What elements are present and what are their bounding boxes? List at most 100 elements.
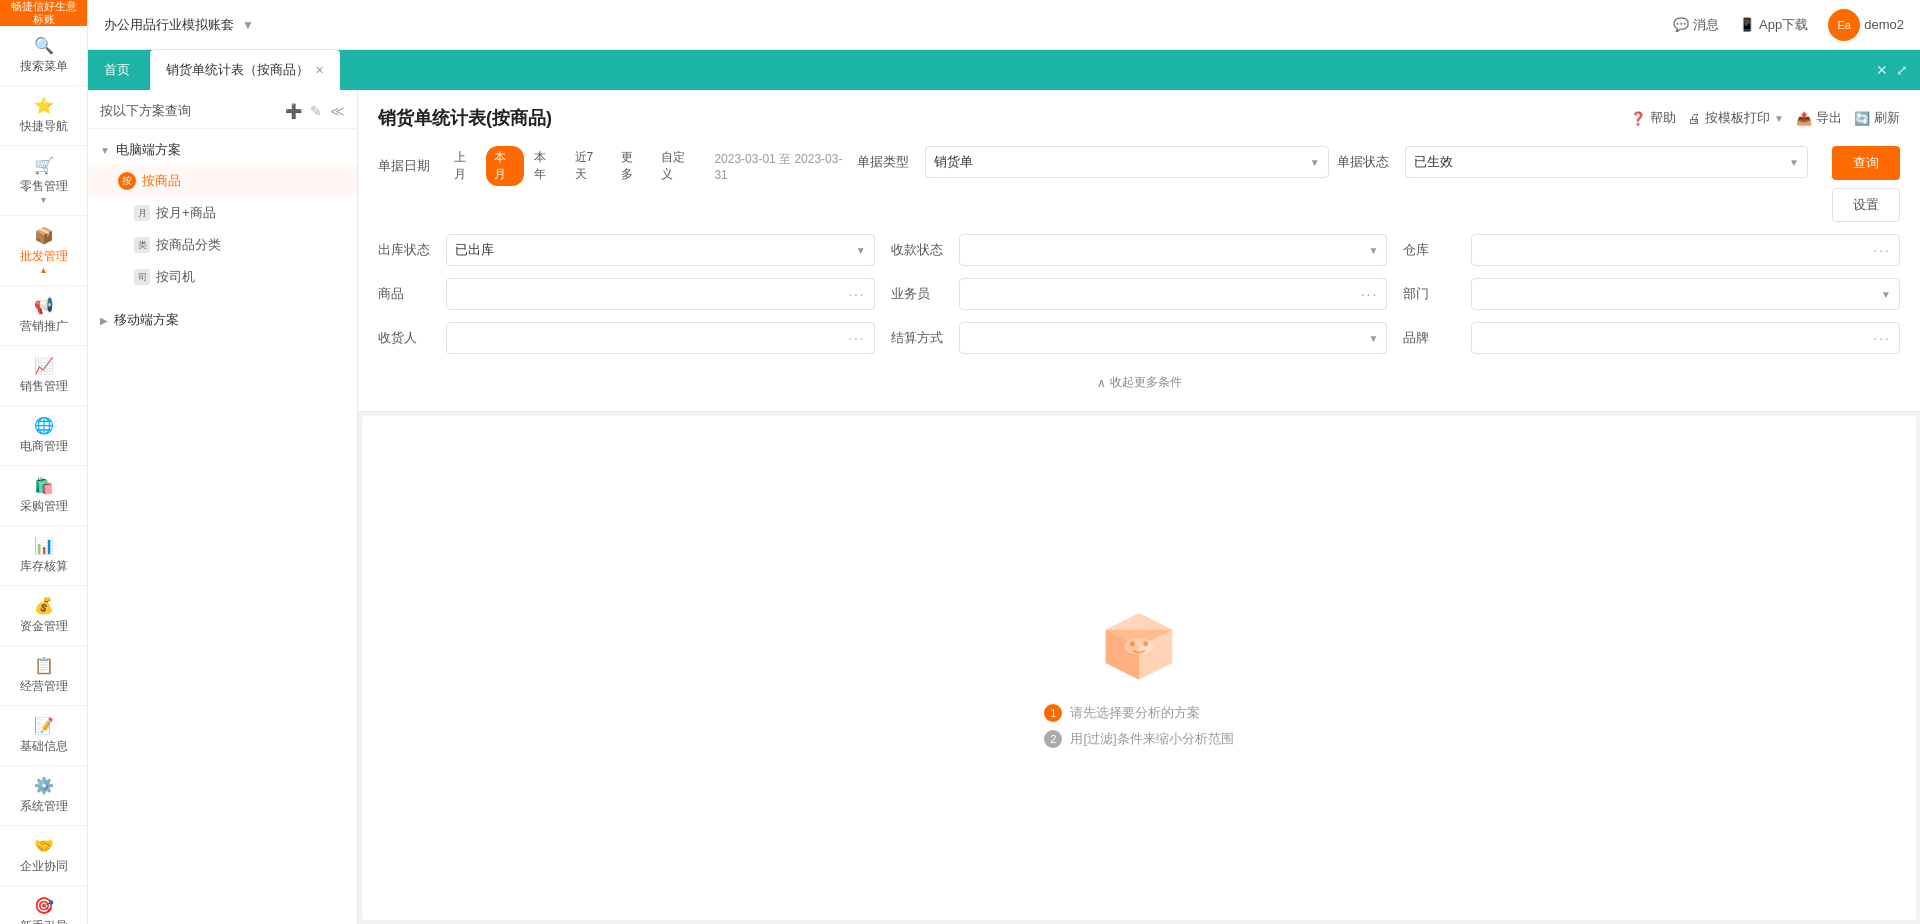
payment-status-label: 收款状态 [891,241,951,259]
avatar-initials: Ea [1838,19,1851,31]
sidebar-item-label: 经营管理 [20,678,68,695]
sidebar-item-basic-info[interactable]: 📝 基础信息 [0,706,87,766]
date-tab-custom[interactable]: 自定义 [653,146,702,186]
sidebar-item-purchase-mgmt[interactable]: 🛍️ 采购管理 [0,466,87,526]
edit-scheme-icon[interactable]: ✎ [310,103,322,119]
home-tab-label: 首页 [104,61,130,79]
salesperson-control[interactable]: ··· [959,278,1388,310]
collapse-up-icon: ∧ [1097,376,1106,390]
scheme-item-by-month-product[interactable]: 月 按月+商品 [88,197,357,229]
logo-subtext: 标账 [33,13,55,26]
print-icon: 🖨 [1688,111,1701,126]
date-tab-last-month[interactable]: 上月 [446,146,484,186]
retail-icon: 🛒 [34,156,54,175]
sidebar-item-wholesale-mgmt[interactable]: 📦 批发管理 ▲ [0,216,87,286]
window-maximize-icon[interactable]: ⤢ [1896,62,1908,78]
export-label: 导出 [1816,109,1842,127]
help-icon: ❓ [1630,111,1646,126]
app-download-btn[interactable]: 📱 App下载 [1739,16,1808,34]
date-tab-this-month[interactable]: 本月 [486,146,524,186]
logo-text: 畅捷信好生意 [11,0,77,13]
collapse-panel-icon[interactable]: ≪ [330,103,345,119]
receiver-control[interactable]: ··· [446,322,875,354]
scheme-item-by-clerk[interactable]: 司 按司机 [88,261,357,293]
sidebar-item-label: 批发管理 [20,248,68,265]
purchase-icon: 🛍️ [34,476,54,495]
sidebar-item-label: 新手引导 [20,918,68,924]
collapse-row: ∧ 收起更多条件 [378,366,1900,395]
sidebar-item-ecommerce-mgmt[interactable]: 🌐 电商管理 [0,406,87,466]
salesperson-label: 业务员 [891,285,951,303]
finance-icon: 💰 [34,596,54,615]
sidebar-item-label: 快捷导航 [20,118,68,135]
sidebar-item-quick-nav[interactable]: ⭐ 快捷导航 [0,86,87,146]
payment-method-control[interactable]: ▼ [959,322,1388,354]
doc-status-control[interactable]: 已生效 ▼ [1405,146,1808,178]
sidebar-item-operations-mgmt[interactable]: 📋 经营管理 [0,646,87,706]
sidebar-item-beginner-guide[interactable]: 🎯 新手引导 [0,886,87,924]
payment-method-arrow-icon: ▼ [1368,333,1378,344]
scheme-group-desktop-label: 电脑端方案 [116,141,181,159]
message-btn[interactable]: 💬 消息 [1673,16,1719,34]
help-label: 帮助 [1650,109,1676,127]
empty-tip-2: 2 用[过滤]条件来缩小分析范围 [1044,730,1233,748]
date-tab-7days[interactable]: 近7天 [567,146,611,186]
doc-type-control[interactable]: 销货单 ▼ [925,146,1328,178]
tab-sales-stat[interactable]: 销货单统计表（按商品） ✕ [150,50,340,90]
scheme-item-label: 按商品分类 [156,236,221,254]
sidebar-item-finance-mgmt[interactable]: 💰 资金管理 [0,586,87,646]
scheme-sub-icon-clerk: 司 [134,269,150,285]
logo: 畅捷信好生意 标账 [0,0,87,26]
brand-control[interactable]: ··· [1471,322,1900,354]
payment-status-control[interactable]: ▼ [959,234,1388,266]
user-avatar-btn[interactable]: Ea demo2 [1828,9,1904,41]
query-button[interactable]: 查询 [1832,146,1900,180]
sidebar-item-retail-mgmt[interactable]: 🛒 零售管理 ▼ [0,146,87,216]
data-area: 1 请先选择要分析的方案 2 用[过滤]条件来缩小分析范围 [362,416,1916,920]
export-btn[interactable]: 📤 导出 [1796,109,1842,127]
template-print-btn[interactable]: 🖨 按模板打印 ▼ [1688,109,1784,127]
set-button[interactable]: 设置 [1832,188,1900,222]
warehouse-control[interactable]: ··· [1471,234,1900,266]
sidebar-item-label: 搜索菜单 [20,58,68,75]
sidebar-item-search-menu[interactable]: 🔍 搜索菜单 [0,26,87,86]
refresh-btn[interactable]: 🔄 刷新 [1854,109,1900,127]
right-panel: 销货单统计表(按商品) ❓ 帮助 🖨 按模板打印 ▼ 📤 [358,90,1920,924]
header-right: 💬 消息 📱 App下载 Ea demo2 [1673,9,1904,41]
top-header: 办公用品行业模拟账套 ▼ 💬 消息 📱 App下载 Ea demo2 [88,0,1920,50]
scheme-item-by-product-category[interactable]: 类 按商品分类 [88,229,357,261]
tab-home[interactable]: 首页 [88,50,146,90]
scheme-group-mobile-header[interactable]: ▶ 移动端方案 [88,305,357,335]
scheme-group-desktop-header[interactable]: ▼ 电脑端方案 [88,135,357,165]
tab-close-icon[interactable]: ✕ [315,64,324,77]
sidebar-item-label: 销售管理 [20,378,68,395]
department-control[interactable]: ▼ [1471,278,1900,310]
out-status-control[interactable]: 已出库 ▼ [446,234,875,266]
scheme-dot-icon: 按 [118,172,136,190]
sidebar-item-label: 系统管理 [20,798,68,815]
sidebar-item-inventory-check[interactable]: 📊 库存核算 [0,526,87,586]
sidebar-item-sales-mgmt[interactable]: 📈 销售管理 [0,346,87,406]
window-close-icon[interactable]: ✕ [1876,62,1888,78]
left-panel-header: 按以下方案查询 ➕ ✎ ≪ [88,90,357,129]
filter-area: 销货单统计表(按商品) ❓ 帮助 🖨 按模板打印 ▼ 📤 [358,90,1920,412]
quick-nav-icon: ⭐ [34,96,54,115]
date-tab-more[interactable]: 更多 [613,146,651,186]
add-scheme-icon[interactable]: ➕ [285,103,302,119]
empty-tip-1: 1 请先选择要分析的方案 [1044,704,1233,722]
date-tab-this-year[interactable]: 本年 [526,146,564,186]
sidebar-item-system-mgmt[interactable]: ⚙️ 系统管理 [0,766,87,826]
sales-stat-tab-label: 销货单统计表（按商品） [166,61,309,79]
collapse-btn[interactable]: ∧ 收起更多条件 [1085,370,1194,395]
payment-status-arrow-icon: ▼ [1368,245,1378,256]
scheme-item-by-product[interactable]: 按 按商品 [88,165,357,197]
help-btn[interactable]: ❓ 帮助 [1630,109,1676,127]
empty-tip-1-text: 请先选择要分析的方案 [1070,704,1200,722]
product-control[interactable]: ··· [446,278,875,310]
page-title-row: 销货单统计表(按商品) ❓ 帮助 🖨 按模板打印 ▼ 📤 [378,106,1900,130]
left-panel-title: 按以下方案查询 [100,102,191,120]
header-left: 办公用品行业模拟账套 ▼ [104,16,254,34]
sidebar-item-enterprise-coop[interactable]: 🤝 企业协同 [0,826,87,886]
svg-point-4 [1130,641,1135,646]
sidebar-item-marketing[interactable]: 📢 营销推广 [0,286,87,346]
